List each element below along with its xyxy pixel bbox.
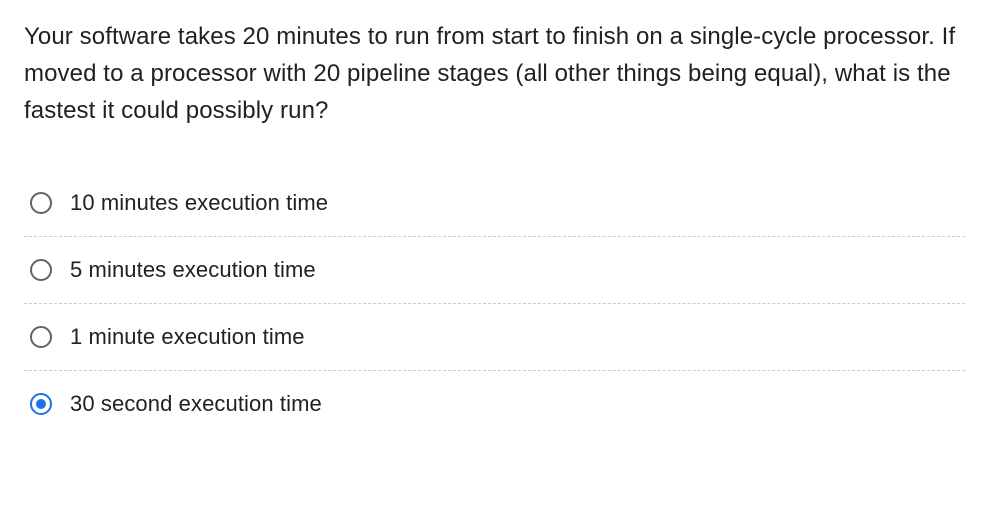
option-label: 10 minutes execution time [70, 190, 328, 216]
option-label: 5 minutes execution time [70, 257, 316, 283]
option-row-0[interactable]: 10 minutes execution time [24, 170, 965, 237]
radio-icon [30, 393, 52, 415]
option-row-2[interactable]: 1 minute execution time [24, 304, 965, 371]
radio-icon [30, 192, 52, 214]
option-row-3[interactable]: 30 second execution time [24, 371, 965, 437]
radio-inner-icon [36, 399, 46, 409]
option-label: 1 minute execution time [70, 324, 305, 350]
radio-icon [30, 259, 52, 281]
option-row-1[interactable]: 5 minutes execution time [24, 237, 965, 304]
option-label: 30 second execution time [70, 391, 322, 417]
question-text: Your software takes 20 minutes to run fr… [24, 18, 965, 130]
radio-icon [30, 326, 52, 348]
options-container: 10 minutes execution time 5 minutes exec… [24, 170, 965, 437]
